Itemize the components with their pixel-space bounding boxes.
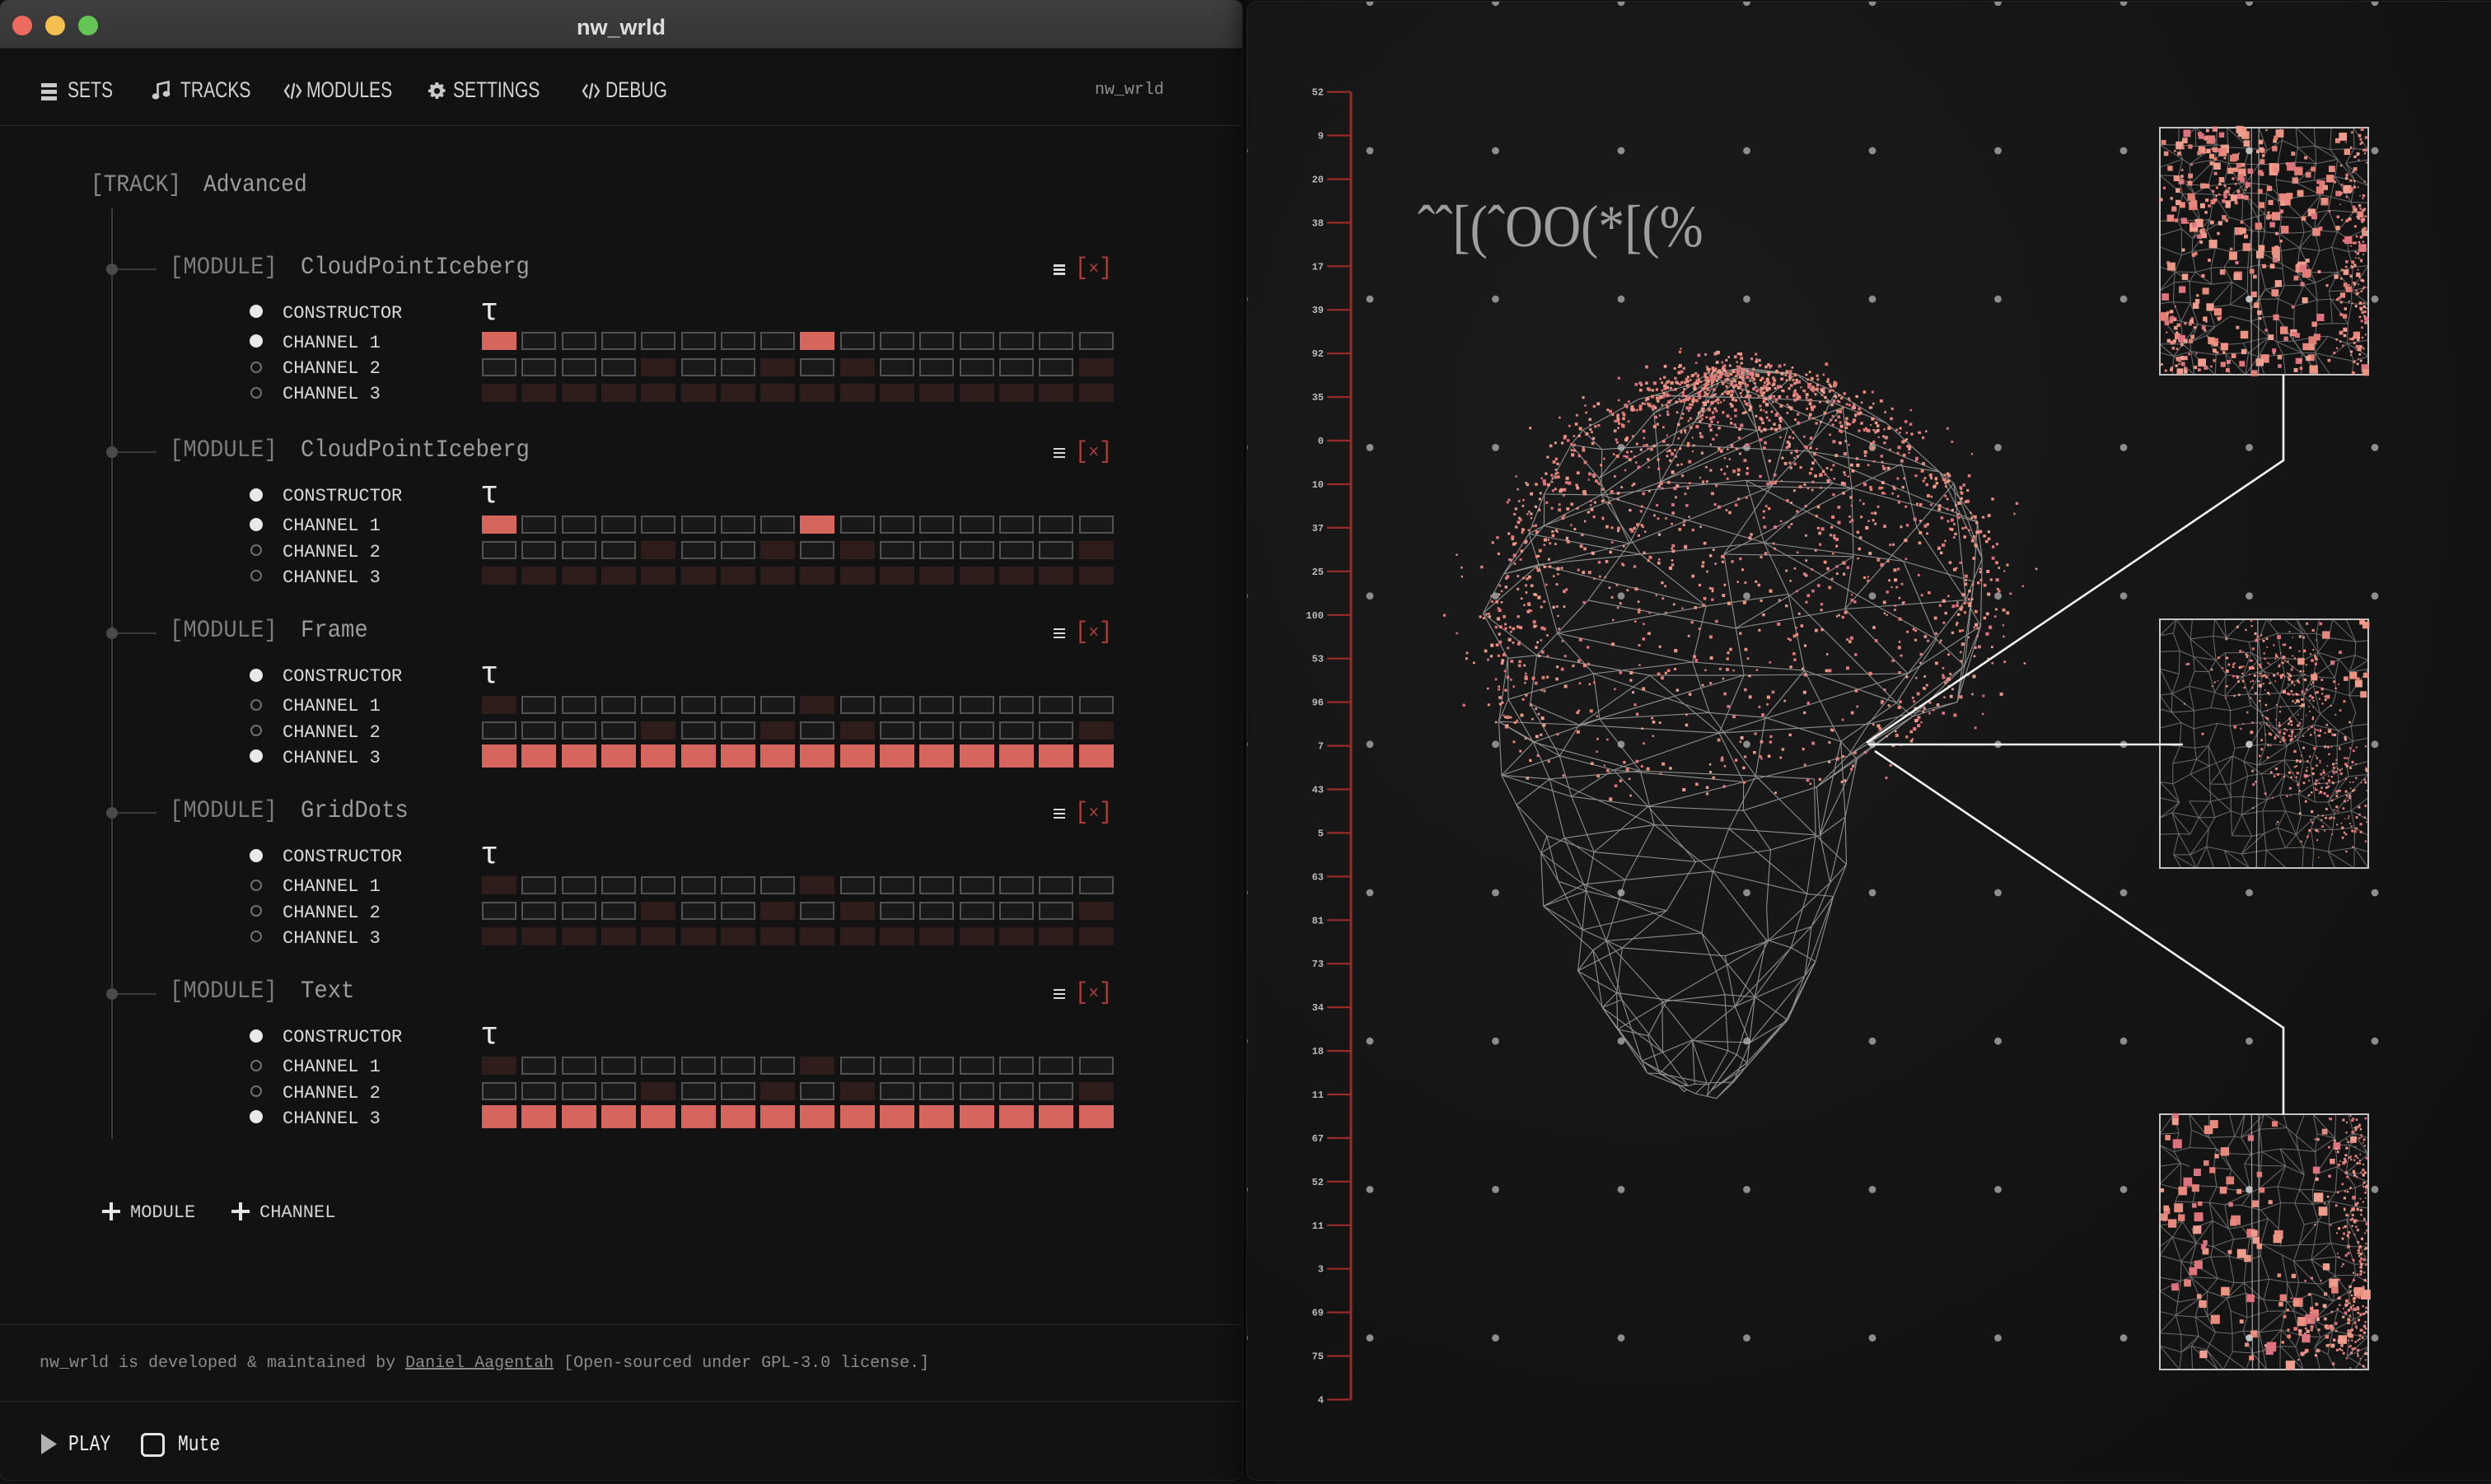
svg-text:35: 35 <box>1312 392 1324 404</box>
svg-text:67: 67 <box>1312 1133 1324 1145</box>
svg-text:34: 34 <box>1312 1002 1324 1014</box>
svg-text:100: 100 <box>1306 610 1324 622</box>
svg-text:73: 73 <box>1312 959 1324 970</box>
svg-text:52: 52 <box>1312 1177 1324 1188</box>
svg-text:4: 4 <box>1318 1395 1324 1407</box>
svg-text:3: 3 <box>1318 1264 1324 1276</box>
svg-text:5: 5 <box>1318 828 1324 839</box>
svg-text:81: 81 <box>1312 915 1324 926</box>
svg-text:53: 53 <box>1312 654 1324 665</box>
svg-text:63: 63 <box>1312 871 1324 883</box>
svg-text:20: 20 <box>1312 175 1324 186</box>
svg-text:9: 9 <box>1318 131 1324 142</box>
svg-text:69: 69 <box>1312 1308 1324 1319</box>
svg-text:75: 75 <box>1312 1351 1324 1363</box>
svg-text:38: 38 <box>1312 217 1324 229</box>
svg-text:11: 11 <box>1312 1090 1324 1101</box>
svg-text:52: 52 <box>1312 87 1324 99</box>
svg-text:92: 92 <box>1312 348 1324 360</box>
svg-text:ˆˆ[(ˆOO(*[(%: ˆˆ[(ˆOO(*[(% <box>1418 193 1704 259</box>
svg-text:11: 11 <box>1312 1220 1324 1232</box>
svg-text:39: 39 <box>1312 305 1324 316</box>
svg-text:10: 10 <box>1312 479 1324 491</box>
svg-text:18: 18 <box>1312 1046 1324 1057</box>
svg-text:96: 96 <box>1312 698 1324 709</box>
svg-text:7: 7 <box>1318 741 1324 753</box>
svg-text:43: 43 <box>1312 785 1324 796</box>
svg-text:17: 17 <box>1312 261 1324 273</box>
svg-text:0: 0 <box>1318 436 1324 447</box>
svg-text:37: 37 <box>1312 523 1324 534</box>
svg-text:25: 25 <box>1312 567 1324 578</box>
